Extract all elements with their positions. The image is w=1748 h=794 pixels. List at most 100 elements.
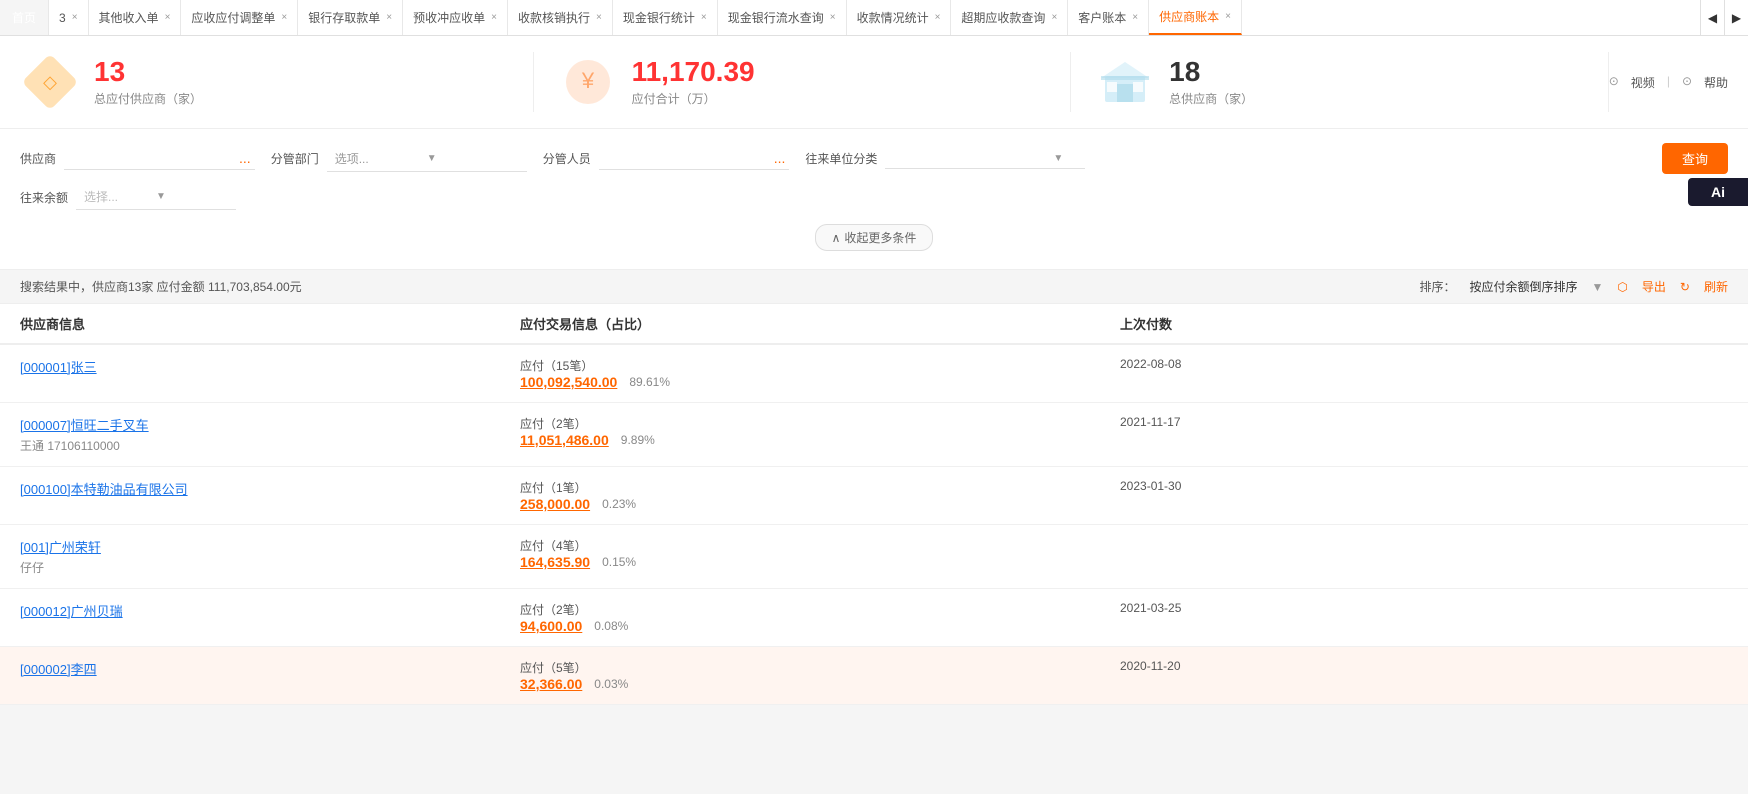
tx-amount-4[interactable]: 94,600.00 <box>520 618 582 634</box>
close-icon-11[interactable]: × <box>1132 12 1138 23</box>
category-arrow-icon: ▼ <box>1053 153 1077 164</box>
supplier-link-4[interactable]: [000012]广州贝瑞 <box>20 601 520 620</box>
supplier-sub-1: 王通 17106110000 <box>20 437 520 454</box>
supplier-link-3[interactable]: [001]广州荣轩 <box>20 537 520 556</box>
sort-arrow-icon[interactable]: ▼ <box>1592 280 1604 294</box>
nav-tab-supplier-ledger[interactable]: 供应商账本 × <box>1149 0 1242 35</box>
results-right: 排序： 按应付余额倒序排序 ▼ ⬡ 导出 ↻ 刷新 <box>1420 278 1729 295</box>
table-row: [000012]广州贝瑞 应付（2笔） 94,600.00 0.08% 2021… <box>0 589 1748 647</box>
tx-amount-5[interactable]: 32,366.00 <box>520 676 582 692</box>
collapse-button[interactable]: ∧ 收起更多条件 <box>815 224 934 251</box>
nav-tab-other-income[interactable]: 其他收入单 × <box>89 0 182 35</box>
transaction-cell-1: 应付（2笔） 11,051,486.00 9.89% <box>520 415 1120 448</box>
col-header-supplier: 供应商信息 <box>20 314 520 333</box>
nav-tab-cash-bank-stat[interactable]: 现金银行统计 × <box>613 0 718 35</box>
close-icon-6[interactable]: × <box>596 12 602 23</box>
lastpay-cell-4: 2021-03-25 <box>1120 601 1728 615</box>
balance-placeholder: 选择... <box>84 188 156 205</box>
help-link[interactable]: 帮助 <box>1704 74 1728 91</box>
close-icon-5[interactable]: × <box>491 12 497 23</box>
person-input[interactable] <box>599 147 770 169</box>
lastpay-date-1: 2021-11-17 <box>1120 415 1181 429</box>
supplier-dots-btn[interactable]: ... <box>235 150 255 166</box>
collapse-up-icon: ∧ <box>832 231 841 245</box>
table-row: [000002]李四 应付（5笔） 32,366.00 0.03% 2020-1… <box>0 647 1748 705</box>
ai-button[interactable]: Ai <box>1688 178 1748 206</box>
tx-percent-5: 0.03% <box>594 677 628 691</box>
nav-tab-cash-flow[interactable]: 现金银行流水查询 × <box>718 0 847 35</box>
tx-percent-4: 0.08% <box>594 619 628 633</box>
card3-number: 18 <box>1169 58 1253 86</box>
svg-text:¥: ¥ <box>580 68 594 93</box>
card3-content: 18 总供应商（家） <box>1169 58 1253 107</box>
nav-tab-receipt-verify[interactable]: 收款核销执行 × <box>508 0 613 35</box>
sort-select[interactable]: 按应付余额倒序排序 <box>1470 278 1578 295</box>
tx-amount-3[interactable]: 164,635.90 <box>520 554 590 570</box>
export-icon: ⬡ <box>1617 280 1627 294</box>
dept-placeholder: 选项... <box>335 150 427 167</box>
tab-label-receipt-stat: 收款情况统计 <box>857 9 929 26</box>
supplier-cell-1: [000007]恒旺二手叉车 王通 17106110000 <box>20 415 520 454</box>
person-label: 分管人员 <box>543 150 591 167</box>
close-icon-8[interactable]: × <box>830 12 836 23</box>
table-row: [000001]张三 应付（15笔） 100,092,540.00 89.61%… <box>0 345 1748 403</box>
filter-row-2: 往来余额 选择... ▼ <box>20 184 1728 210</box>
nav-tab-receipt-stat[interactable]: 收款情况统计 × <box>847 0 952 35</box>
tx-label-3: 应付（4笔） <box>520 537 1120 554</box>
filter-supplier: 供应商 ... <box>20 147 255 170</box>
help-icon: ⊙ <box>1682 74 1692 88</box>
close-icon-10[interactable]: × <box>1051 12 1057 23</box>
close-icon-7[interactable]: × <box>701 12 707 23</box>
close-icon-1[interactable]: × <box>72 12 78 23</box>
person-dots-btn[interactable]: ... <box>770 150 790 166</box>
supplier-link-1[interactable]: [000007]恒旺二手叉车 <box>20 415 520 434</box>
tx-amount-0[interactable]: 100,092,540.00 <box>520 374 617 390</box>
tab-label-receipt-verify: 收款核销执行 <box>518 9 590 26</box>
filter-dept: 分管部门 选项... ▼ <box>271 146 527 172</box>
close-icon-9[interactable]: × <box>935 12 941 23</box>
close-icon-12[interactable]: × <box>1225 11 1231 22</box>
home-label: 首页 <box>12 9 36 26</box>
tx-amount-2[interactable]: 258,000.00 <box>520 496 590 512</box>
nav-tab-bank-deposit[interactable]: 银行存取款单 × <box>298 0 403 35</box>
nav-tab-prepay[interactable]: 预收冲应收单 × <box>403 0 508 35</box>
card-total-payable-amount: ¥ 11,170.39 应付合计（万） <box>534 52 1072 112</box>
card-total-suppliers: 18 总供应商（家） <box>1071 52 1609 112</box>
balance-select[interactable]: 选择... ▼ <box>76 184 236 210</box>
category-label: 往来单位分类 <box>805 150 877 167</box>
supplier-input-wrapper: ... <box>64 147 255 170</box>
supplier-input[interactable] <box>64 147 235 169</box>
supplier-cell-3: [001]广州荣轩 仔仔 <box>20 537 520 576</box>
nav-tab-customer-ledger[interactable]: 客户账本 × <box>1068 0 1149 35</box>
card-total-suppliers-payable: ◇ 13 总应付供应商（家） <box>20 52 534 112</box>
nav-prev-arrow[interactable]: ◀ <box>1700 0 1724 36</box>
search-button[interactable]: 查询 <box>1662 143 1728 174</box>
supplier-link-0[interactable]: [000001]张三 <box>20 357 520 376</box>
nav-home[interactable]: 首页 <box>0 0 49 35</box>
tab-label-prepay: 预收冲应收单 <box>413 9 485 26</box>
dept-select[interactable]: 选项... ▼ <box>327 146 527 172</box>
nav-tab-overdue[interactable]: 超期应收款查询 × <box>951 0 1068 35</box>
tab-label-overdue: 超期应收款查询 <box>961 9 1045 26</box>
card-icon-diamond: ◇ <box>20 52 80 112</box>
refresh-button[interactable]: 刷新 <box>1704 278 1728 295</box>
nav-tab-adjustment[interactable]: 应收应付调整单 × <box>181 0 298 35</box>
close-icon-3[interactable]: × <box>281 12 287 23</box>
tab-label-supplier-ledger: 供应商账本 <box>1159 8 1219 25</box>
tab-label-1: 3 <box>59 11 66 25</box>
category-select[interactable]: ▼ <box>885 149 1085 169</box>
nav-tab-1[interactable]: 3 × <box>49 0 89 35</box>
tab-label-other-income: 其他收入单 <box>99 9 159 26</box>
close-icon-4[interactable]: × <box>386 12 392 23</box>
supplier-link-5[interactable]: [000002]李四 <box>20 659 520 678</box>
nav-arrows: ◀ ▶ <box>1700 0 1748 36</box>
video-link[interactable]: 视频 <box>1631 74 1655 91</box>
table-row: [001]广州荣轩 仔仔 应付（4笔） 164,635.90 0.15% <box>0 525 1748 589</box>
nav-next-arrow[interactable]: ▶ <box>1724 0 1748 36</box>
tab-label-customer-ledger: 客户账本 <box>1078 9 1126 26</box>
close-icon-2[interactable]: × <box>165 12 171 23</box>
tx-amount-1[interactable]: 11,051,486.00 <box>520 432 609 448</box>
supplier-link-2[interactable]: [000100]本特勒油品有限公司 <box>20 479 520 498</box>
tab-label-bank-deposit: 银行存取款单 <box>308 9 380 26</box>
export-button[interactable]: 导出 <box>1642 278 1666 295</box>
